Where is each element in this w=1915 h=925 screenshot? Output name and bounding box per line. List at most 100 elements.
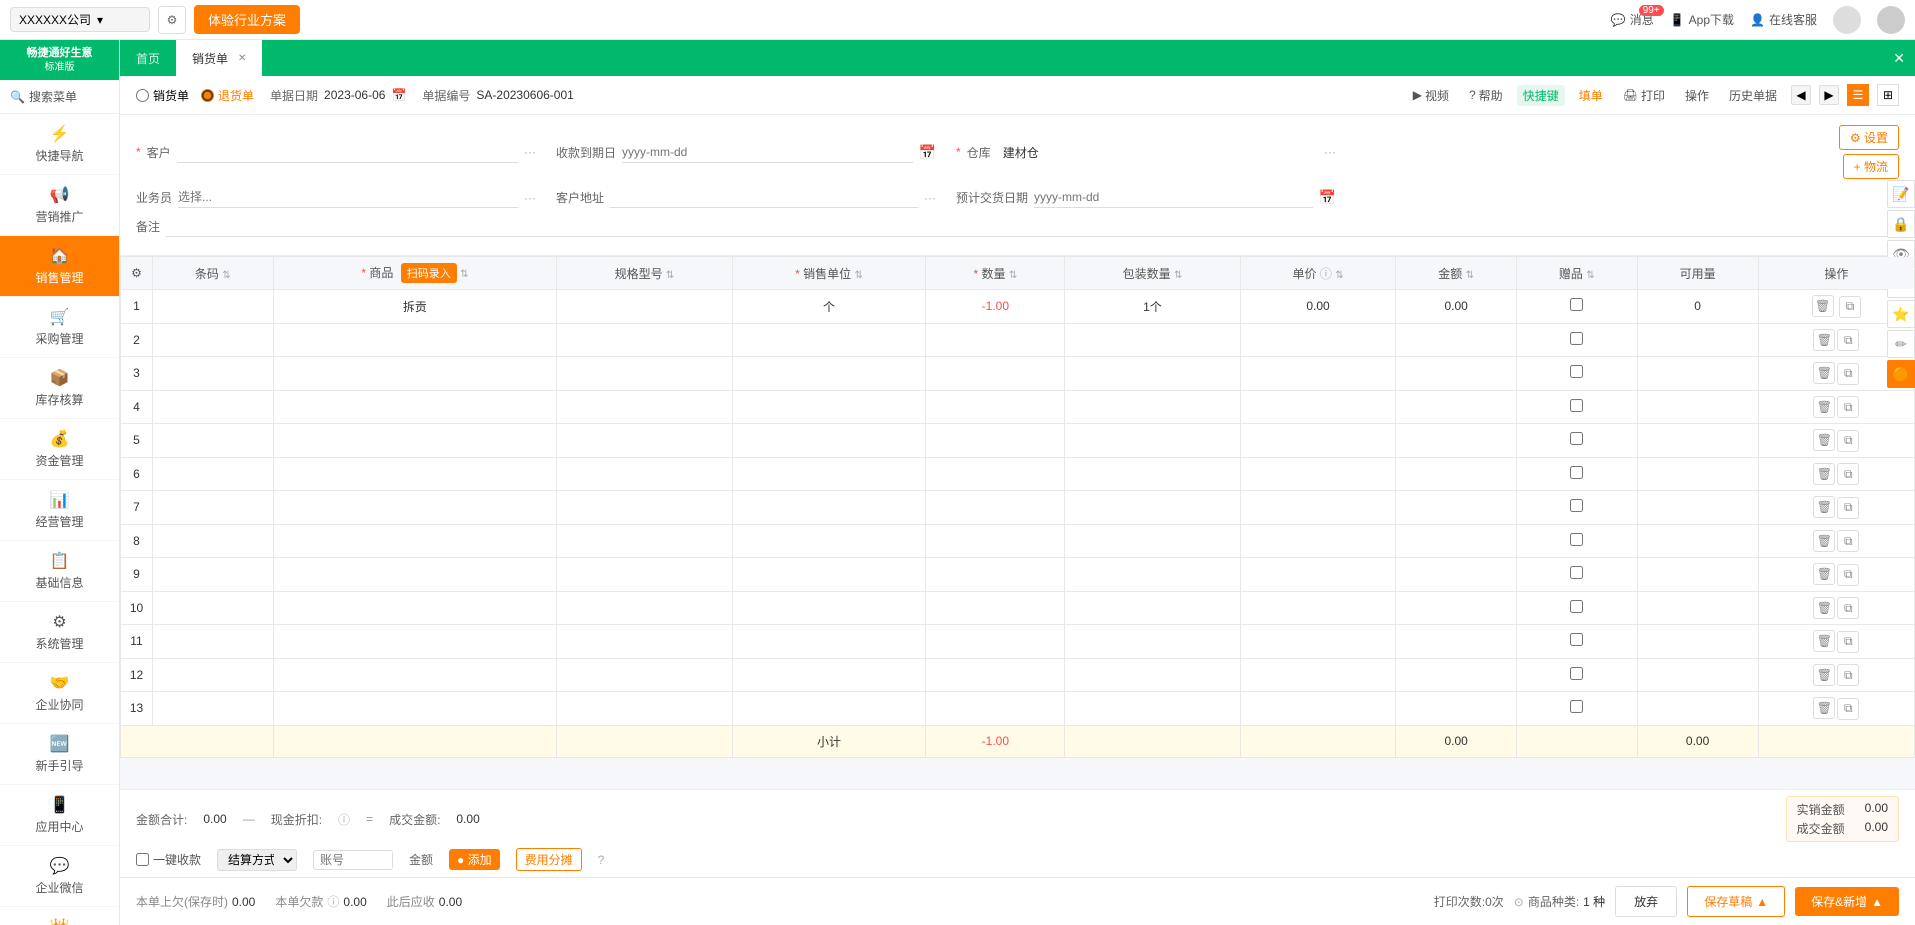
copy-row-btn[interactable]: ⧉ bbox=[1839, 296, 1861, 318]
discount-info-icon[interactable]: ⓘ bbox=[338, 811, 350, 828]
row-quantity[interactable]: -1.00 bbox=[926, 290, 1065, 324]
company-selector[interactable]: XXXXXX公司 ▾ bbox=[10, 7, 150, 32]
shortcuts-btn[interactable]: 快捷键 bbox=[1517, 85, 1565, 106]
help-btn[interactable]: ? 帮助 bbox=[1463, 85, 1509, 106]
unit-sort-icon[interactable]: ⇅ bbox=[855, 270, 863, 281]
save-new-btn[interactable]: 保存&新增 ▲ bbox=[1795, 887, 1899, 916]
delete-row-btn[interactable]: 🗑 bbox=[1813, 329, 1835, 351]
copy-row-btn[interactable]: ⧉ bbox=[1837, 530, 1859, 552]
note-input[interactable] bbox=[166, 216, 1899, 237]
template-btn[interactable]: 填单 bbox=[1573, 85, 1609, 106]
row-pack-qty[interactable]: 1个 bbox=[1065, 290, 1240, 324]
customer-input[interactable] bbox=[177, 142, 518, 163]
copy-row-btn[interactable]: ⧉ bbox=[1837, 698, 1859, 720]
sidebar-item-guide[interactable]: 🆕 新手引导 bbox=[0, 724, 119, 785]
radio-sales-order[interactable]: 销货单 bbox=[136, 87, 189, 104]
sidebar-item-sales[interactable]: 🏠 销售管理 bbox=[0, 236, 119, 297]
tab-home[interactable]: 首页 bbox=[120, 40, 176, 76]
pack-sort-icon[interactable]: ⇅ bbox=[1174, 270, 1182, 281]
copy-row-btn[interactable]: ⧉ bbox=[1837, 463, 1859, 485]
row-product[interactable]: 拆贡 bbox=[273, 290, 557, 324]
app-download-btn[interactable]: 📱 App下载 bbox=[1670, 11, 1734, 28]
grid-view-btn[interactable]: ⊞ bbox=[1877, 84, 1899, 106]
float-btn-7[interactable]: 🟠 bbox=[1887, 360, 1915, 388]
video-btn[interactable]: ▶ 视频 bbox=[1407, 85, 1455, 106]
expected-delivery-input[interactable] bbox=[1034, 187, 1313, 208]
qty-sort-icon[interactable]: ⇅ bbox=[1009, 270, 1017, 281]
sidebar-item-basics[interactable]: 📋 基础信息 bbox=[0, 541, 119, 602]
save-draft-btn[interactable]: 保存草稿 ▲ bbox=[1687, 886, 1785, 917]
th-settings[interactable]: ⚙ bbox=[121, 257, 153, 290]
customer-dots[interactable]: ··· bbox=[524, 145, 536, 159]
sidebar-item-wechat[interactable]: 💬 企业微信 bbox=[0, 846, 119, 907]
operate-btn[interactable]: 操作 bbox=[1679, 85, 1715, 106]
amount-sort-icon[interactable]: ⇅ bbox=[1466, 270, 1474, 281]
salesperson-dots[interactable]: ··· bbox=[524, 191, 536, 205]
float-btn-5[interactable]: ⭐ bbox=[1887, 300, 1915, 328]
product-sort-icon[interactable]: ⇅ bbox=[460, 269, 468, 280]
one-key-checkbox[interactable] bbox=[136, 853, 149, 866]
logistics-btn[interactable]: + 物流 bbox=[1843, 154, 1899, 179]
copy-row-btn[interactable]: ⧉ bbox=[1837, 664, 1859, 686]
print-btn[interactable]: 🖨 打印 bbox=[1617, 85, 1671, 106]
delete-row-btn[interactable]: 🗑 bbox=[1813, 429, 1835, 451]
settings-gear-btn[interactable]: ⚙ bbox=[158, 6, 186, 34]
account-input[interactable] bbox=[313, 850, 393, 870]
delivery-calendar-icon[interactable]: 📅 bbox=[1319, 189, 1336, 206]
copy-row-btn[interactable]: ⧉ bbox=[1837, 597, 1859, 619]
delete-row-btn[interactable]: 🗑 bbox=[1813, 496, 1835, 518]
price-sort-icon[interactable]: ⇅ bbox=[1335, 270, 1343, 281]
radio-return-order-input[interactable] bbox=[201, 89, 214, 102]
list-view-btn[interactable]: ☰ bbox=[1847, 84, 1869, 106]
avatar[interactable] bbox=[1833, 6, 1861, 34]
row-barcode[interactable] bbox=[153, 290, 274, 324]
sidebar-search[interactable]: 🔍 搜索菜单 bbox=[0, 80, 119, 114]
sidebar-item-vip[interactable]: 👑 畅会员 bbox=[0, 907, 119, 925]
prev-btn[interactable]: ◀ bbox=[1791, 85, 1811, 105]
barcode-sort-icon[interactable]: ⇅ bbox=[222, 270, 230, 281]
row-unit[interactable]: 个 bbox=[732, 290, 926, 324]
customer-address-input[interactable] bbox=[610, 187, 918, 208]
copy-row-btn[interactable]: ⧉ bbox=[1837, 430, 1859, 452]
payment-due-calendar-icon[interactable]: 📅 bbox=[919, 144, 936, 161]
add-fee-btn[interactable]: ● 添加 bbox=[449, 849, 500, 870]
row-amount[interactable]: 0.00 bbox=[1396, 290, 1517, 324]
delete-row-btn[interactable]: 🗑 bbox=[1812, 295, 1834, 317]
sidebar-item-finance[interactable]: 💰 资金管理 bbox=[0, 419, 119, 480]
row-spec[interactable] bbox=[557, 290, 732, 324]
copy-row-btn[interactable]: ⧉ bbox=[1837, 497, 1859, 519]
copy-row-btn[interactable]: ⧉ bbox=[1837, 396, 1859, 418]
radio-sales-order-input[interactable] bbox=[136, 89, 149, 102]
sidebar-item-appstore[interactable]: 📱 应用中心 bbox=[0, 785, 119, 846]
sidebar-item-system[interactable]: ⚙ 系统管理 bbox=[0, 602, 119, 663]
delete-row-btn[interactable]: 🗑 bbox=[1813, 630, 1835, 652]
salesperson-input[interactable] bbox=[178, 187, 518, 208]
table-wrapper[interactable]: ⚙ 条码 ⇅ * 商品 扫码录入 ⇅ bbox=[120, 256, 1915, 789]
delete-row-btn[interactable]: 🗑 bbox=[1813, 563, 1835, 585]
settle-method-select[interactable]: 结算方式 bbox=[217, 849, 297, 871]
address-dots[interactable]: ··· bbox=[924, 191, 936, 205]
sidebar-item-purchase[interactable]: 🛒 采购管理 bbox=[0, 297, 119, 358]
gift-sort-icon[interactable]: ⇅ bbox=[1586, 270, 1594, 281]
delete-row-btn[interactable]: 🗑 bbox=[1813, 396, 1835, 418]
sidebar-item-marketing[interactable]: 📢 营销推广 bbox=[0, 175, 119, 236]
delete-row-btn[interactable]: 🗑 bbox=[1813, 597, 1835, 619]
doc-settings-btn[interactable]: ⚙ 设置 bbox=[1839, 125, 1899, 150]
copy-row-btn[interactable]: ⧉ bbox=[1837, 631, 1859, 653]
float-btn-1[interactable]: 📝 bbox=[1887, 180, 1915, 208]
delete-row-btn[interactable]: 🗑 bbox=[1813, 697, 1835, 719]
tab-sales-order[interactable]: 销货单 ✕ bbox=[176, 40, 262, 76]
total-owed-info[interactable]: ⓘ bbox=[327, 893, 339, 910]
message-btn[interactable]: 💬 消息 99+ bbox=[1611, 11, 1654, 28]
delete-row-btn[interactable]: 🗑 bbox=[1813, 664, 1835, 686]
one-key-payment-btn[interactable]: 一键收款 bbox=[136, 851, 201, 868]
sidebar-item-inventory[interactable]: 📦 库存核算 bbox=[0, 358, 119, 419]
fee-split-btn[interactable]: 费用分摊 bbox=[516, 848, 582, 871]
next-btn[interactable]: ▶ bbox=[1819, 85, 1839, 105]
delete-row-btn[interactable]: 🗑 bbox=[1813, 530, 1835, 552]
price-info-icon[interactable]: ⓘ bbox=[1320, 267, 1332, 281]
sidebar-item-cooperation[interactable]: 🤝 企业协同 bbox=[0, 663, 119, 724]
discard-btn[interactable]: 放弃 bbox=[1615, 886, 1677, 917]
payment-due-input[interactable] bbox=[622, 142, 913, 163]
tab-close-icon[interactable]: ✕ bbox=[238, 53, 246, 64]
